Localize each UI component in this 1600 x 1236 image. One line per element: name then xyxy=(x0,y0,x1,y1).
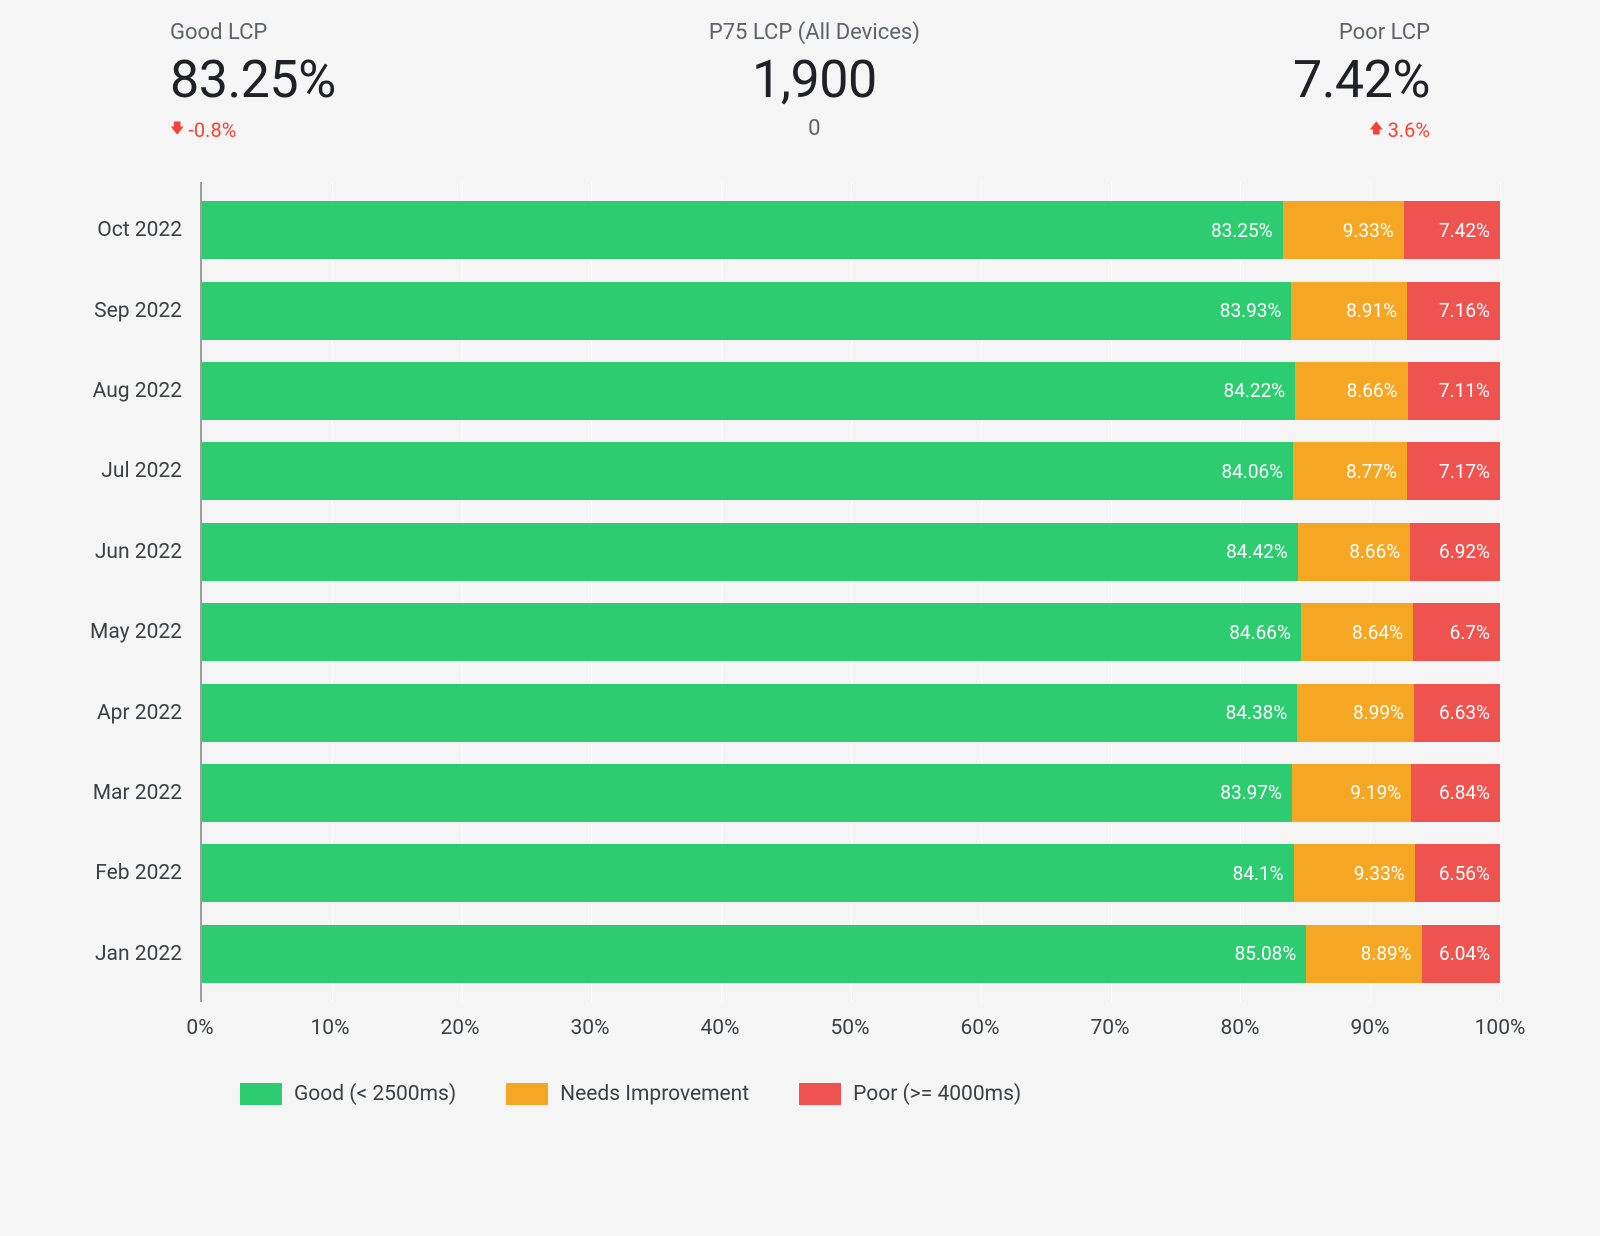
arrow-down-icon: 🡇 xyxy=(170,118,184,142)
metric-label: Poor LCP xyxy=(1339,20,1430,45)
metric-value: 83.25% xyxy=(170,49,336,110)
x-tick-label: 90% xyxy=(1351,1016,1390,1040)
x-tick-label: 30% xyxy=(571,1016,610,1040)
row-label: Jul 2022 xyxy=(42,459,182,483)
bar-segment-ni: 9.19% xyxy=(1292,764,1411,822)
metric-p75-lcp: P75 LCP (All Devices) 1,900 0 xyxy=(709,20,920,142)
bar-row: Mar 202283.97%9.19%6.84% xyxy=(202,764,1500,822)
metric-delta: 🡅 3.6% xyxy=(1369,118,1430,142)
bar-segment-ni: 8.91% xyxy=(1291,282,1407,340)
bar-segment-ni: 8.89% xyxy=(1306,925,1421,983)
bar-segment-ni: 8.77% xyxy=(1293,442,1407,500)
metric-value: 1,900 xyxy=(752,49,877,110)
metric-good-lcp: Good LCP 83.25% 🡇 -0.8% xyxy=(170,20,336,142)
bar-segment-poor: 6.63% xyxy=(1414,684,1500,742)
metric-poor-lcp: Poor LCP 7.42% 🡅 3.6% xyxy=(1293,20,1430,142)
bar-segment-poor: 7.16% xyxy=(1407,282,1500,340)
bar-row: Aug 202284.22%8.66%7.11% xyxy=(202,362,1500,420)
legend: Good (< 2500ms) Needs Improvement Poor (… xyxy=(40,1052,1560,1106)
bar-row: Apr 202284.38%8.99%6.63% xyxy=(202,684,1500,742)
bar-segment-ni: 8.99% xyxy=(1297,684,1414,742)
bar-segment-ni: 8.66% xyxy=(1298,523,1410,581)
row-label: Mar 2022 xyxy=(42,781,182,805)
bar-segment-poor: 6.92% xyxy=(1410,523,1500,581)
swatch-good-icon xyxy=(240,1083,282,1105)
bar-segment-ni: 8.66% xyxy=(1295,362,1407,420)
row-label: Sep 2022 xyxy=(42,299,182,323)
lcp-distribution-chart: Oct 202283.25%9.33%7.42% Sep 202283.93%8.… xyxy=(200,182,1500,1052)
bar-segment-good: 84.38% xyxy=(202,684,1297,742)
delta-text: 3.6% xyxy=(1388,118,1430,142)
metric-label: Good LCP xyxy=(170,20,267,45)
x-tick-label: 0% xyxy=(186,1016,213,1040)
x-tick-label: 20% xyxy=(441,1016,480,1040)
legend-label: Poor (>= 4000ms) xyxy=(853,1082,1021,1106)
swatch-ni-icon xyxy=(506,1083,548,1105)
bar-segment-good: 85.08% xyxy=(202,925,1306,983)
row-label: May 2022 xyxy=(42,620,182,644)
bar-row: Feb 202284.1%9.33%6.56% xyxy=(202,844,1500,902)
bar-row: May 202284.66%8.64%6.7% xyxy=(202,603,1500,661)
delta-text: -0.8% xyxy=(188,118,236,142)
row-label: Apr 2022 xyxy=(42,701,182,725)
bar-row: Jan 202285.08%8.89%6.04% xyxy=(202,925,1500,983)
legend-item-ni: Needs Improvement xyxy=(506,1082,749,1106)
row-label: Jun 2022 xyxy=(42,540,182,564)
bar-segment-poor: 7.11% xyxy=(1408,362,1500,420)
row-label: Jan 2022 xyxy=(42,942,182,966)
bar-row: Jun 202284.42%8.66%6.92% xyxy=(202,523,1500,581)
bar-segment-good: 84.66% xyxy=(202,603,1301,661)
x-tick-label: 80% xyxy=(1221,1016,1260,1040)
bar-segment-poor: 6.04% xyxy=(1422,925,1500,983)
bar-segment-good: 83.97% xyxy=(202,764,1292,822)
plot-area: Oct 202283.25%9.33%7.42% Sep 202283.93%8.… xyxy=(200,182,1500,1002)
bar-segment-good: 84.42% xyxy=(202,523,1298,581)
row-label: Feb 2022 xyxy=(42,861,182,885)
bar-segment-good: 84.1% xyxy=(202,844,1294,902)
bar-segment-good: 83.93% xyxy=(202,282,1291,340)
grid-line xyxy=(1500,182,1501,1002)
x-tick-label: 40% xyxy=(701,1016,740,1040)
x-tick-label: 60% xyxy=(961,1016,1000,1040)
x-tick-label: 10% xyxy=(311,1016,350,1040)
legend-label: Needs Improvement xyxy=(560,1082,749,1106)
x-tick-label: 100% xyxy=(1475,1016,1526,1040)
bar-segment-poor: 7.42% xyxy=(1404,201,1500,259)
x-tick-label: 70% xyxy=(1091,1016,1130,1040)
metric-value: 7.42% xyxy=(1293,49,1430,110)
bar-row: Oct 202283.25%9.33%7.42% xyxy=(202,201,1500,259)
metric-sub: 0 xyxy=(808,116,820,141)
row-label: Aug 2022 xyxy=(42,379,182,403)
legend-label: Good (< 2500ms) xyxy=(294,1082,456,1106)
bar-segment-ni: 9.33% xyxy=(1283,201,1404,259)
bar-segment-ni: 9.33% xyxy=(1294,844,1415,902)
arrow-up-icon: 🡅 xyxy=(1369,118,1383,142)
metric-delta: 🡇 -0.8% xyxy=(170,118,236,142)
bar-segment-poor: 6.84% xyxy=(1411,764,1500,822)
summary-header: Good LCP 83.25% 🡇 -0.8% P75 LCP (All Dev… xyxy=(40,20,1560,182)
swatch-poor-icon xyxy=(799,1083,841,1105)
bar-row: Jul 202284.06%8.77%7.17% xyxy=(202,442,1500,500)
bar-row: Sep 202283.93%8.91%7.16% xyxy=(202,282,1500,340)
bar-segment-good: 84.06% xyxy=(202,442,1293,500)
x-tick-label: 50% xyxy=(831,1016,870,1040)
metric-label: P75 LCP (All Devices) xyxy=(709,20,920,45)
bar-segment-poor: 6.7% xyxy=(1413,603,1500,661)
bar-segment-good: 83.25% xyxy=(202,201,1283,259)
bar-segment-poor: 6.56% xyxy=(1415,844,1500,902)
row-label: Oct 2022 xyxy=(42,218,182,242)
legend-item-poor: Poor (>= 4000ms) xyxy=(799,1082,1021,1106)
x-axis: 0%10%20%30%40%50%60%70%80%90%100% xyxy=(200,1002,1500,1052)
legend-item-good: Good (< 2500ms) xyxy=(240,1082,456,1106)
bar-segment-poor: 7.17% xyxy=(1407,442,1500,500)
bar-segment-ni: 8.64% xyxy=(1301,603,1413,661)
bar-segment-good: 84.22% xyxy=(202,362,1295,420)
